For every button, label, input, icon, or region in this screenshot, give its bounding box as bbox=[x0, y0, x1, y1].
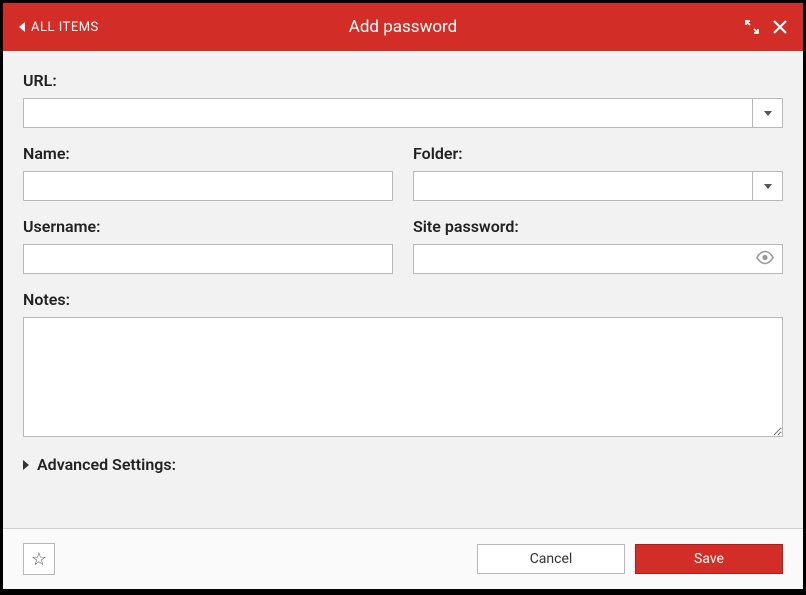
advanced-settings-toggle[interactable]: Advanced Settings: bbox=[23, 455, 783, 474]
dialog-footer: ☆ Cancel Save bbox=[3, 528, 803, 589]
cancel-button[interactable]: Cancel bbox=[477, 544, 625, 574]
password-group: Site password: bbox=[413, 217, 783, 274]
advanced-settings-label: Advanced Settings: bbox=[37, 455, 176, 474]
password-label: Site password: bbox=[413, 217, 783, 236]
back-label: ALL ITEMS bbox=[31, 20, 99, 35]
add-password-dialog: ALL ITEMS Add password URL: bbox=[3, 3, 803, 589]
save-button[interactable]: Save bbox=[635, 544, 783, 574]
caret-down-icon bbox=[764, 184, 772, 189]
expand-icon[interactable] bbox=[745, 20, 759, 34]
notes-group: Notes: bbox=[23, 290, 783, 437]
chevron-right-icon bbox=[23, 460, 29, 470]
username-input[interactable] bbox=[23, 244, 393, 274]
favorite-button[interactable]: ☆ bbox=[23, 543, 55, 575]
close-icon[interactable] bbox=[773, 20, 787, 34]
show-password-icon[interactable] bbox=[755, 250, 775, 269]
chevron-left-icon bbox=[19, 22, 25, 32]
header-actions bbox=[745, 20, 787, 34]
star-icon: ☆ bbox=[31, 549, 47, 570]
url-dropdown-button[interactable] bbox=[753, 98, 783, 128]
url-group: URL: bbox=[23, 71, 783, 128]
url-input[interactable] bbox=[23, 98, 753, 128]
folder-label: Folder: bbox=[413, 144, 783, 163]
folder-group: Folder: bbox=[413, 144, 783, 201]
dialog-title: Add password bbox=[349, 17, 457, 37]
name-label: Name: bbox=[23, 144, 393, 163]
dialog-header: ALL ITEMS Add password bbox=[3, 3, 803, 51]
notes-input[interactable] bbox=[23, 317, 783, 437]
username-label: Username: bbox=[23, 217, 393, 236]
folder-input[interactable] bbox=[413, 171, 753, 201]
name-input[interactable] bbox=[23, 171, 393, 201]
folder-dropdown-button[interactable] bbox=[753, 171, 783, 201]
back-button[interactable]: ALL ITEMS bbox=[19, 20, 99, 35]
password-input[interactable] bbox=[413, 244, 783, 274]
url-label: URL: bbox=[23, 71, 783, 90]
notes-label: Notes: bbox=[23, 290, 783, 309]
username-group: Username: bbox=[23, 217, 393, 274]
caret-down-icon bbox=[764, 111, 772, 116]
name-group: Name: bbox=[23, 144, 393, 201]
dialog-content: URL: Name: Folder: bbox=[3, 51, 803, 528]
